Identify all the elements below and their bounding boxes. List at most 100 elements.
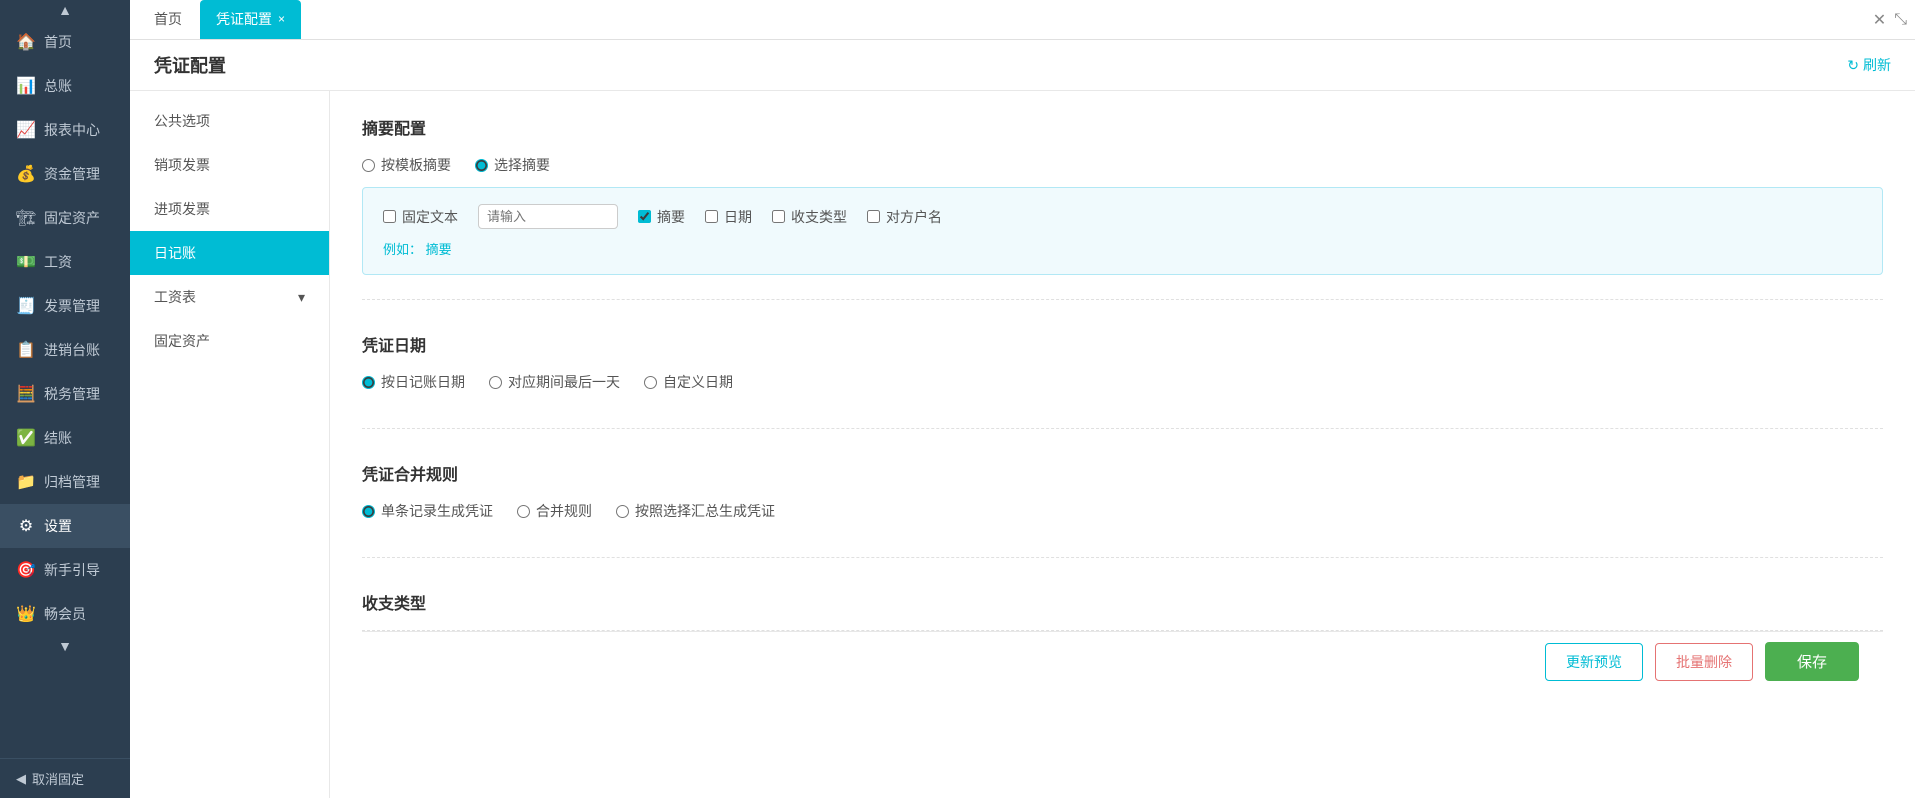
right-content: 摘要配置 按模板摘要 选择摘要: [330, 91, 1915, 798]
sidebar-scroll-down[interactable]: ▼: [0, 636, 130, 656]
checkbox-summary[interactable]: 摘要: [638, 207, 685, 227]
radio-template-label: 按模板摘要: [381, 155, 451, 175]
left-nav-item-payroll-table[interactable]: 工资表 ▾: [130, 275, 329, 319]
radio-last-day[interactable]: 对应期间最后一天: [489, 372, 620, 392]
radio-single-input[interactable]: [362, 505, 375, 518]
page-header: 凭证配置 ↻ 刷新: [130, 40, 1915, 91]
checkbox-income-expense-input[interactable]: [772, 210, 785, 223]
home-icon: 🏠: [16, 32, 36, 52]
checkbox-fixed-text[interactable]: 固定文本: [383, 207, 458, 227]
sidebar-item-general-ledger[interactable]: 📊 总账: [0, 64, 130, 108]
content-area: 凭证配置 ↻ 刷新 公共选项 销项发票 进项发票 日记账: [130, 40, 1915, 798]
batch-delete-button[interactable]: 批量删除: [1655, 643, 1753, 681]
checkbox-summary-input[interactable]: [638, 210, 651, 223]
radio-summary-input[interactable]: [616, 505, 629, 518]
refresh-icon: ↻: [1847, 57, 1859, 74]
left-nav-item-public-options[interactable]: 公共选项: [130, 99, 329, 143]
sidebar-item-label: 工资: [44, 252, 72, 272]
checkbox-date[interactable]: 日期: [705, 207, 752, 227]
sidebar-item-settlement[interactable]: ✅ 结账: [0, 416, 130, 460]
radio-journal-date-input[interactable]: [362, 376, 375, 389]
update-preview-button[interactable]: 更新预览: [1545, 643, 1643, 681]
summary-config-section: 摘要配置 按模板摘要 选择摘要: [362, 115, 1883, 300]
left-nav-item-journal[interactable]: 日记账: [130, 231, 329, 275]
tab-home[interactable]: 首页: [138, 0, 198, 39]
tab-close-icon[interactable]: ×: [278, 12, 285, 26]
page-title: 凭证配置: [154, 52, 226, 78]
radio-merge-rule[interactable]: 合并规则: [517, 501, 592, 521]
left-nav-item-sales-invoice[interactable]: 销项发票: [130, 143, 329, 187]
radio-single-label: 单条记录生成凭证: [381, 501, 493, 521]
sidebar-item-invoice-management[interactable]: 🧾 发票管理: [0, 284, 130, 328]
checkbox-counterparty[interactable]: 对方户名: [867, 207, 942, 227]
left-nav-label: 日记账: [154, 243, 196, 263]
sidebar-item-label: 首页: [44, 32, 72, 52]
sidebar-item-settings[interactable]: ⚙ 设置: [0, 504, 130, 548]
sidebar-item-purchase-sales[interactable]: 📋 进销台账: [0, 328, 130, 372]
sidebar-item-label: 报表中心: [44, 120, 100, 140]
cancel-pin-button[interactable]: ◀ 取消固定: [0, 758, 130, 798]
tab-voucher-config[interactable]: 凭证配置 ×: [200, 0, 301, 39]
sidebar-item-archive-management[interactable]: 📁 归档管理: [0, 460, 130, 504]
radio-select-label: 选择摘要: [494, 155, 550, 175]
body-layout: 公共选项 销项发票 进项发票 日记账 工资表 ▾ 固定资产: [130, 91, 1915, 798]
voucher-date-title: 凭证日期: [362, 332, 1883, 356]
radio-select-input[interactable]: [475, 159, 488, 172]
save-button[interactable]: 保存: [1765, 642, 1859, 681]
settings-icon: ⚙: [16, 516, 36, 536]
checkbox-fixed-text-input[interactable]: [383, 210, 396, 223]
sidebar-item-newbie-guide[interactable]: 🎯 新手引导: [0, 548, 130, 592]
sidebar-item-fund-management[interactable]: 💰 资金管理: [0, 152, 130, 196]
radio-template-summary[interactable]: 按模板摘要: [362, 155, 451, 175]
newbie-guide-icon: 🎯: [16, 560, 36, 580]
example-prefix: 例如：: [383, 242, 422, 257]
radio-template-input[interactable]: [362, 159, 375, 172]
radio-select-summary[interactable]: 选择摘要: [475, 155, 550, 175]
sidebar-item-tax-management[interactable]: 🧮 税务管理: [0, 372, 130, 416]
checkbox-date-input[interactable]: [705, 210, 718, 223]
archive-icon: 📁: [16, 472, 36, 492]
checkbox-counterparty-input[interactable]: [867, 210, 880, 223]
left-nav-item-purchase-invoice[interactable]: 进项发票: [130, 187, 329, 231]
sidebar-item-label: 设置: [44, 516, 72, 536]
general-ledger-icon: 📊: [16, 76, 36, 96]
sidebar-item-label: 总账: [44, 76, 72, 96]
radio-last-day-input[interactable]: [489, 376, 502, 389]
radio-single-voucher[interactable]: 单条记录生成凭证: [362, 501, 493, 521]
left-nav-label: 销项发票: [154, 155, 210, 175]
bottom-action-bar: 更新预览 批量删除 保存: [362, 631, 1883, 691]
radio-summary-voucher[interactable]: 按照选择汇总生成凭证: [616, 501, 775, 521]
sidebar-item-payroll[interactable]: 💵 工资: [0, 240, 130, 284]
sidebar-scroll-up[interactable]: ▲: [0, 0, 130, 20]
fund-icon: 💰: [16, 164, 36, 184]
tab-bar: 首页 凭证配置 × ✕ ⤡: [130, 0, 1915, 40]
purchase-sales-icon: 📋: [16, 340, 36, 360]
radio-custom-date-label: 自定义日期: [663, 372, 733, 392]
radio-custom-date[interactable]: 自定义日期: [644, 372, 733, 392]
refresh-button[interactable]: ↻ 刷新: [1847, 55, 1891, 75]
sidebar-item-label: 税务管理: [44, 384, 100, 404]
voucher-merge-section: 凭证合并规则 单条记录生成凭证 合并规则 按照选择汇总生成凭证: [362, 461, 1883, 558]
sidebar-item-fixed-assets[interactable]: 🏗 固定资产: [0, 196, 130, 240]
checkbox-income-expense[interactable]: 收支类型: [772, 207, 847, 227]
close-window-icon[interactable]: ✕: [1873, 10, 1886, 30]
sidebar-item-label: 资金管理: [44, 164, 100, 184]
sidebar-item-vip-member[interactable]: 👑 畅会员: [0, 592, 130, 636]
radio-custom-date-input[interactable]: [644, 376, 657, 389]
tab-home-label: 首页: [154, 9, 182, 29]
fixed-text-input[interactable]: [478, 204, 618, 229]
radio-merge-input[interactable]: [517, 505, 530, 518]
sidebar-item-report-center[interactable]: 📈 报表中心: [0, 108, 130, 152]
left-nav-item-fixed-assets-nav[interactable]: 固定资产: [130, 319, 329, 363]
income-expense-section: 收支类型: [362, 590, 1883, 631]
tab-voucher-config-label: 凭证配置: [216, 9, 272, 29]
resize-window-icon[interactable]: ⤡: [1894, 11, 1907, 29]
left-nav-label: 工资表: [154, 287, 196, 307]
radio-journal-date[interactable]: 按日记账日期: [362, 372, 465, 392]
cancel-pin-label: 取消固定: [32, 769, 84, 788]
chevron-down-icon: ▾: [298, 289, 305, 306]
sidebar-item-home[interactable]: 🏠 首页: [0, 20, 130, 64]
vip-icon: 👑: [16, 604, 36, 624]
counterparty-label: 对方户名: [886, 207, 942, 227]
payroll-icon: 💵: [16, 252, 36, 272]
